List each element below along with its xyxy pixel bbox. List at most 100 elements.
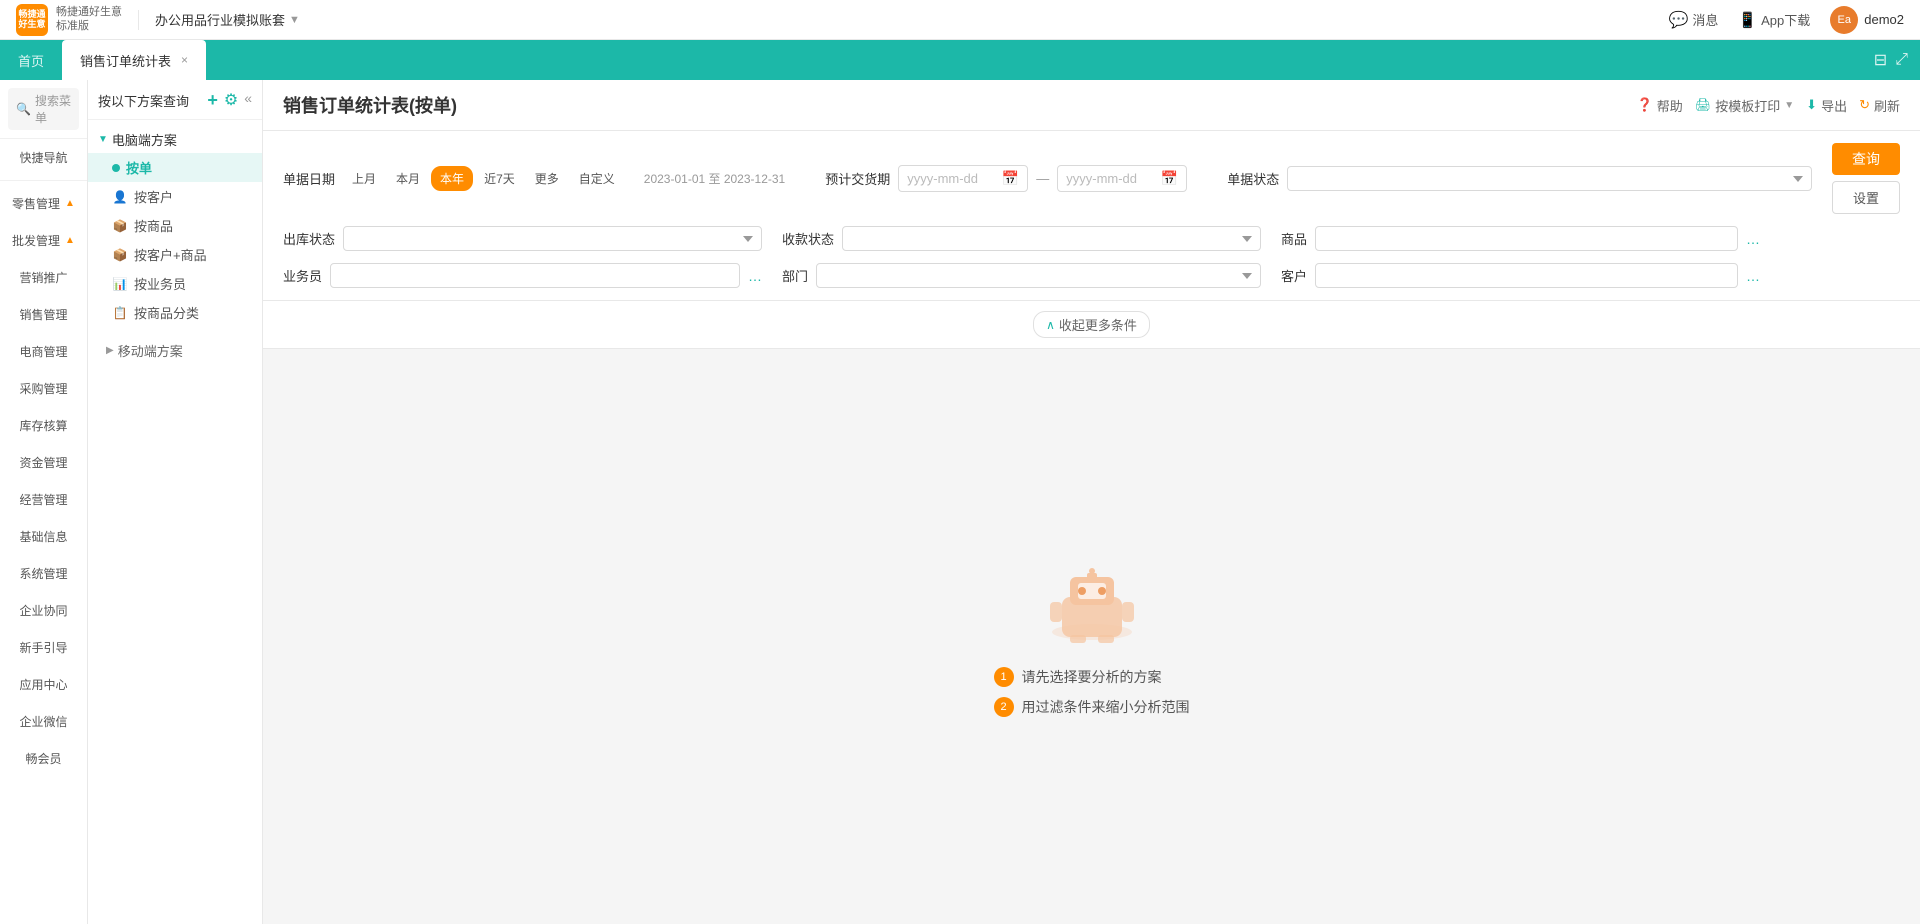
sidebar-item-appstore[interactable]: 应用中心 bbox=[0, 666, 87, 703]
date-7days-btn[interactable]: 近7天 bbox=[475, 166, 524, 191]
query-button[interactable]: 查询 bbox=[1832, 143, 1900, 175]
sidebar-item-members[interactable]: 畅会员 bbox=[0, 740, 87, 777]
sidebar-item-inventory[interactable]: 库存核算 bbox=[0, 407, 87, 444]
customer-input[interactable] bbox=[1315, 263, 1738, 288]
scheme-group-pc-header[interactable]: ▼ 电脑端方案 bbox=[88, 126, 262, 153]
expected-date-label: 预计交货期 bbox=[825, 169, 890, 188]
export-button[interactable]: ⬇ 导出 bbox=[1806, 96, 1847, 115]
empty-state: 1 请先选择要分析的方案 2 用过滤条件来缩小分析范围 bbox=[263, 349, 1920, 924]
scheme-item-2[interactable]: 📦 按商品 bbox=[88, 211, 262, 240]
message-button[interactable]: 💬 消息 bbox=[1668, 10, 1718, 30]
sidebar-item-sales[interactable]: 销售管理 bbox=[0, 296, 87, 333]
sidebar-item-basic[interactable]: 基础信息 bbox=[0, 518, 87, 555]
date-this-month-btn[interactable]: 本月 bbox=[387, 166, 429, 191]
collapse-button[interactable]: ∧ 收起更多条件 bbox=[1033, 311, 1150, 338]
search-menu-box[interactable]: 🔍 搜索菜单 bbox=[8, 88, 79, 130]
refresh-button[interactable]: ↻ 刷新 bbox=[1859, 96, 1900, 115]
minimize-icon[interactable]: ⊟ bbox=[1874, 50, 1887, 70]
tab-home[interactable]: 首页 bbox=[0, 40, 62, 80]
sidebar-item-retail[interactable]: 零售管理 ▲ bbox=[0, 185, 87, 222]
date-last-month-btn[interactable]: 上月 bbox=[343, 166, 385, 191]
retail-arrow-icon: ▲ bbox=[65, 198, 75, 209]
sidebar-item-wechat[interactable]: 企业微信 bbox=[0, 703, 87, 740]
form-area: 销售订单统计表(按单) ❓ 帮助 🖨 按模板打印 ▼ ⬇ 导出 bbox=[263, 80, 1920, 924]
customer-more-icon[interactable]: … bbox=[1746, 268, 1760, 284]
main-layout: 🔍 搜索菜单 快捷导航 零售管理 ▲ 批发管理 ▲ 营销推广 销售管理 电商管理… bbox=[0, 80, 1920, 924]
sidebar-item-quick-nav[interactable]: 快捷导航 bbox=[0, 139, 87, 176]
delivery-status-label: 出库状态 bbox=[283, 229, 335, 248]
goods-more-icon[interactable]: … bbox=[1746, 231, 1760, 247]
brand-text: 畅捷通好生意 标准版 bbox=[56, 6, 122, 32]
user-menu[interactable]: Ea demo2 bbox=[1830, 6, 1904, 34]
company-selector[interactable]: 办公用品行业模拟账套 ▼ bbox=[155, 10, 300, 29]
date-quick-btns: 上月 本月 本年 近7天 更多 自定义 bbox=[343, 166, 624, 191]
scheme-group-mobile-label: 移动端方案 bbox=[118, 341, 183, 360]
topbar-right: 💬 消息 📱 App下载 Ea demo2 bbox=[1668, 6, 1904, 34]
sidebar-wholesale-label: 批发管理 bbox=[12, 232, 60, 249]
app-download-button[interactable]: 📱 App下载 bbox=[1738, 10, 1810, 29]
add-scheme-button[interactable]: + bbox=[207, 90, 218, 111]
sidebar-item-marketing[interactable]: 营销推广 bbox=[0, 259, 87, 296]
sidebar-marketing-label: 营销推广 bbox=[19, 269, 67, 286]
template-print-button[interactable]: 🖨 按模板打印 ▼ bbox=[1695, 96, 1794, 115]
expected-date-end[interactable]: yyyy-mm-dd 📅 bbox=[1057, 165, 1187, 192]
payment-status-group: 收款状态 bbox=[782, 226, 1261, 251]
date-range-text: 2023-01-01 至 2023-12-31 bbox=[644, 170, 785, 187]
maximize-icon[interactable]: ⤢ bbox=[1895, 51, 1908, 69]
sidebar-item-enterprise[interactable]: 企业协同 bbox=[0, 592, 87, 629]
sidebar-system-label: 系统管理 bbox=[19, 565, 67, 582]
scheme-panel-header: 按以下方案查询 + ⚙ « bbox=[88, 90, 262, 120]
salesman-more-icon[interactable]: … bbox=[748, 268, 762, 284]
payment-status-label: 收款状态 bbox=[782, 229, 834, 248]
nav-right-icons: ⊟ ⤢ bbox=[1874, 50, 1920, 70]
sidebar-item-ecommerce[interactable]: 电商管理 bbox=[0, 333, 87, 370]
payment-status-select[interactable] bbox=[842, 226, 1261, 251]
scheme-item-3[interactable]: 📦 按客户+商品 bbox=[88, 240, 262, 269]
settings-scheme-button[interactable]: ⚙ bbox=[224, 90, 238, 111]
filter-row-3: 业务员 … 部门 客户 … bbox=[283, 263, 1900, 288]
scheme-item-5[interactable]: 📋 按商品分类 bbox=[88, 298, 262, 327]
sidebar-item-guide[interactable]: 新手引导 bbox=[0, 629, 87, 666]
expected-date-start[interactable]: yyyy-mm-dd 📅 bbox=[898, 165, 1028, 192]
collapse-scheme-button[interactable]: « bbox=[244, 90, 252, 111]
delivery-status-select[interactable] bbox=[343, 226, 762, 251]
sidebar-item-wholesale[interactable]: 批发管理 ▲ bbox=[0, 222, 87, 259]
sidebar-item-operations[interactable]: 经营管理 bbox=[0, 481, 87, 518]
step-1-text: 请先选择要分析的方案 bbox=[1022, 667, 1162, 687]
chevron-down-icon: ▼ bbox=[289, 14, 300, 26]
date-more-btn[interactable]: 更多 bbox=[526, 166, 568, 191]
search-icon: 🔍 bbox=[16, 102, 31, 116]
sidebar-item-finance[interactable]: 资金管理 bbox=[0, 444, 87, 481]
tab-sales-order[interactable]: 销售订单统计表 × bbox=[62, 40, 206, 80]
sidebar: 🔍 搜索菜单 快捷导航 零售管理 ▲ 批发管理 ▲ 营销推广 销售管理 电商管理… bbox=[0, 80, 88, 924]
settings-button[interactable]: 设置 bbox=[1832, 181, 1900, 214]
help-button[interactable]: ❓ 帮助 bbox=[1637, 96, 1683, 115]
sidebar-item-purchase[interactable]: 采购管理 bbox=[0, 370, 87, 407]
department-select[interactable] bbox=[816, 263, 1261, 288]
sidebar-sales-label: 销售管理 bbox=[19, 306, 67, 323]
sidebar-members-label: 畅会员 bbox=[25, 750, 61, 767]
salesman-input[interactable] bbox=[330, 263, 740, 288]
message-icon: 💬 bbox=[1668, 10, 1688, 30]
tab-close-icon[interactable]: × bbox=[181, 53, 188, 67]
scheme-group-mobile-header[interactable]: ▶ 移动端方案 bbox=[88, 337, 262, 364]
triangle-icon: ▼ bbox=[98, 134, 108, 145]
empty-illustration bbox=[1032, 547, 1152, 647]
sidebar-item-system[interactable]: 系统管理 bbox=[0, 555, 87, 592]
scheme-item-4[interactable]: 📊 按业务员 bbox=[88, 269, 262, 298]
print-arrow-icon: ▼ bbox=[1784, 100, 1794, 111]
goods-input[interactable] bbox=[1315, 226, 1738, 251]
export-icon: ⬇ bbox=[1806, 97, 1817, 113]
scheme-group-mobile: ▶ 移动端方案 bbox=[88, 333, 262, 368]
scheme-item-label-5: 按商品分类 bbox=[134, 303, 199, 322]
collapse-bar: ∧ 收起更多条件 bbox=[263, 301, 1920, 349]
sidebar-search[interactable]: 🔍 搜索菜单 bbox=[0, 80, 87, 139]
scheme-item-1[interactable]: 👤 按客户 bbox=[88, 182, 262, 211]
collapse-label: 收起更多条件 bbox=[1059, 315, 1137, 334]
scheme-item-0[interactable]: 按单 bbox=[88, 153, 262, 182]
help-icon: ❓ bbox=[1637, 97, 1653, 113]
date-this-year-btn[interactable]: 本年 bbox=[431, 166, 473, 191]
sidebar-retail-label: 零售管理 bbox=[12, 195, 60, 212]
order-status-select[interactable] bbox=[1287, 166, 1812, 191]
date-custom-btn[interactable]: 自定义 bbox=[570, 166, 624, 191]
